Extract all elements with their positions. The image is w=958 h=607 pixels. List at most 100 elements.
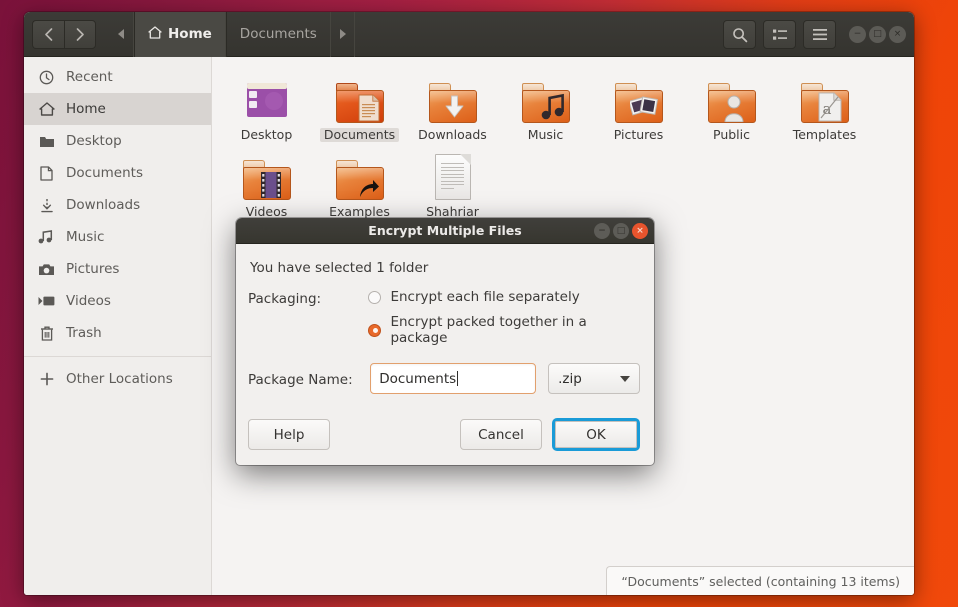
- plus-icon: [38, 372, 55, 386]
- maximize-button[interactable]: □: [869, 26, 886, 43]
- package-name-value: Documents: [379, 370, 457, 387]
- breadcrumb-scroll-right[interactable]: [331, 12, 355, 57]
- sidebar-label: Home: [66, 101, 106, 117]
- chevron-down-icon: [620, 375, 631, 382]
- extension-dropdown[interactable]: .zip: [548, 363, 641, 394]
- window-header-bar: Home Documents − □ ×: [24, 12, 914, 57]
- navigation-buttons: [32, 19, 96, 49]
- breadcrumb-item-home[interactable]: Home: [134, 12, 226, 57]
- sidebar-item-pictures[interactable]: Pictures: [24, 253, 211, 285]
- breadcrumb-item-documents[interactable]: Documents: [225, 12, 331, 57]
- sidebar-label: Downloads: [66, 197, 141, 213]
- sidebar-divider: [24, 356, 211, 357]
- dialog-minimize-button[interactable]: −: [594, 223, 610, 239]
- breadcrumb-home-label: Home: [168, 26, 212, 42]
- breadcrumb: Home Documents: [110, 12, 355, 57]
- home-icon: [38, 102, 55, 116]
- sidebar-label: Videos: [66, 293, 111, 309]
- file-item-public[interactable]: Public: [685, 67, 778, 144]
- file-label: Pictures: [613, 127, 664, 142]
- sidebar-label: Desktop: [66, 133, 122, 149]
- desktop-folder-icon: [243, 71, 291, 123]
- sidebar: Recent Home Desktop Documents Downloads …: [24, 57, 212, 595]
- window-controls: − □ ×: [849, 26, 906, 43]
- home-icon: [148, 25, 162, 43]
- documents-folder-icon: [335, 71, 384, 123]
- sidebar-item-music[interactable]: Music: [24, 221, 211, 253]
- search-icon[interactable]: [723, 20, 756, 49]
- ok-button[interactable]: OK: [552, 418, 640, 451]
- extension-value: .zip: [558, 370, 582, 387]
- document-icon: [38, 165, 55, 181]
- file-label: Public: [713, 127, 750, 142]
- sidebar-item-desktop[interactable]: Desktop: [24, 125, 211, 157]
- packaging-label: Packaging:: [248, 291, 322, 307]
- help-button[interactable]: Help: [248, 419, 330, 450]
- hamburger-menu-icon[interactable]: [803, 20, 836, 49]
- package-name-row: Package Name: Documents .zip: [248, 363, 641, 394]
- icon-grid: Desktop Documents Downloads Music Pictur…: [212, 57, 914, 235]
- ok-button-label: OK: [555, 421, 637, 448]
- sidebar-item-downloads[interactable]: Downloads: [24, 189, 211, 221]
- sidebar-item-other-locations[interactable]: Other Locations: [24, 363, 211, 395]
- minimize-button[interactable]: −: [849, 26, 866, 43]
- file-label: Desktop: [240, 127, 293, 142]
- sidebar-item-documents[interactable]: Documents: [24, 157, 211, 189]
- close-button[interactable]: ×: [889, 26, 906, 43]
- desktop-background: Home Documents − □ × Recent Home Desktop…: [0, 0, 958, 607]
- templates-folder-icon: a: [800, 71, 849, 123]
- sidebar-label: Music: [66, 229, 105, 245]
- dialog-maximize-button[interactable]: □: [613, 223, 629, 239]
- file-item-desktop[interactable]: Desktop: [220, 67, 313, 144]
- back-button[interactable]: [32, 19, 64, 49]
- sidebar-item-home[interactable]: Home: [24, 93, 211, 125]
- list-view-icon[interactable]: [763, 20, 796, 49]
- package-name-input[interactable]: Documents: [370, 363, 537, 394]
- video-icon: [38, 295, 55, 307]
- download-icon: [38, 198, 55, 213]
- dialog-title: Encrypt Multiple Files: [368, 223, 522, 238]
- radio-encrypt-packed-together[interactable]: Encrypt packed together in a package: [368, 314, 640, 346]
- link-folder-icon: [335, 148, 384, 200]
- sidebar-label: Documents: [66, 165, 143, 181]
- file-label: Videos: [245, 204, 288, 219]
- file-label: Templates: [792, 127, 857, 142]
- radio-label: Encrypt packed together in a package: [390, 314, 587, 346]
- sidebar-label: Pictures: [66, 261, 120, 277]
- sidebar-item-recent[interactable]: Recent: [24, 61, 211, 93]
- public-folder-icon: [707, 71, 756, 123]
- radio-encrypt-each-separately[interactable]: Encrypt each file separately: [368, 289, 640, 305]
- forward-button[interactable]: [64, 19, 96, 49]
- package-name-label: Package Name:: [248, 371, 353, 388]
- radio-indicator: [368, 290, 382, 304]
- music-folder-icon: [521, 71, 570, 123]
- encrypt-multiple-files-dialog: Encrypt Multiple Files − □ × You have se…: [236, 218, 654, 465]
- breadcrumb-documents-label: Documents: [239, 26, 317, 42]
- selection-summary: You have selected 1 folder: [250, 260, 429, 276]
- file-item-documents[interactable]: Documents: [313, 67, 406, 144]
- dialog-close-button[interactable]: ×: [632, 223, 648, 239]
- music-icon: [38, 230, 55, 244]
- sidebar-item-videos[interactable]: Videos: [24, 285, 211, 317]
- pictures-folder-icon: [614, 71, 663, 123]
- packaging-radio-group: Encrypt each file separately Encrypt pac…: [368, 289, 640, 346]
- file-item-music[interactable]: Music: [499, 67, 592, 144]
- text-caret: [457, 371, 459, 386]
- sidebar-label: Trash: [66, 325, 102, 341]
- text-document-icon: [434, 148, 471, 200]
- file-item-pictures[interactable]: Pictures: [592, 67, 685, 144]
- file-label: Examples: [329, 204, 390, 219]
- file-item-downloads[interactable]: Downloads: [406, 67, 499, 144]
- dialog-title-bar: Encrypt Multiple Files − □ ×: [236, 218, 654, 244]
- breadcrumb-scroll-left[interactable]: [110, 12, 134, 57]
- dialog-window-controls: − □ ×: [594, 223, 648, 239]
- cancel-button[interactable]: Cancel: [460, 419, 542, 450]
- trash-icon: [38, 326, 55, 341]
- downloads-folder-icon: [428, 71, 477, 123]
- file-item-templates[interactable]: a Templates: [778, 67, 871, 144]
- sidebar-item-trash[interactable]: Trash: [24, 317, 211, 349]
- packaging-row: Packaging: Encrypt each file separately …: [248, 289, 640, 346]
- file-label: Downloads: [418, 127, 487, 142]
- clock-icon: [38, 70, 55, 85]
- dialog-body: You have selected 1 folder Packaging: En…: [236, 244, 654, 406]
